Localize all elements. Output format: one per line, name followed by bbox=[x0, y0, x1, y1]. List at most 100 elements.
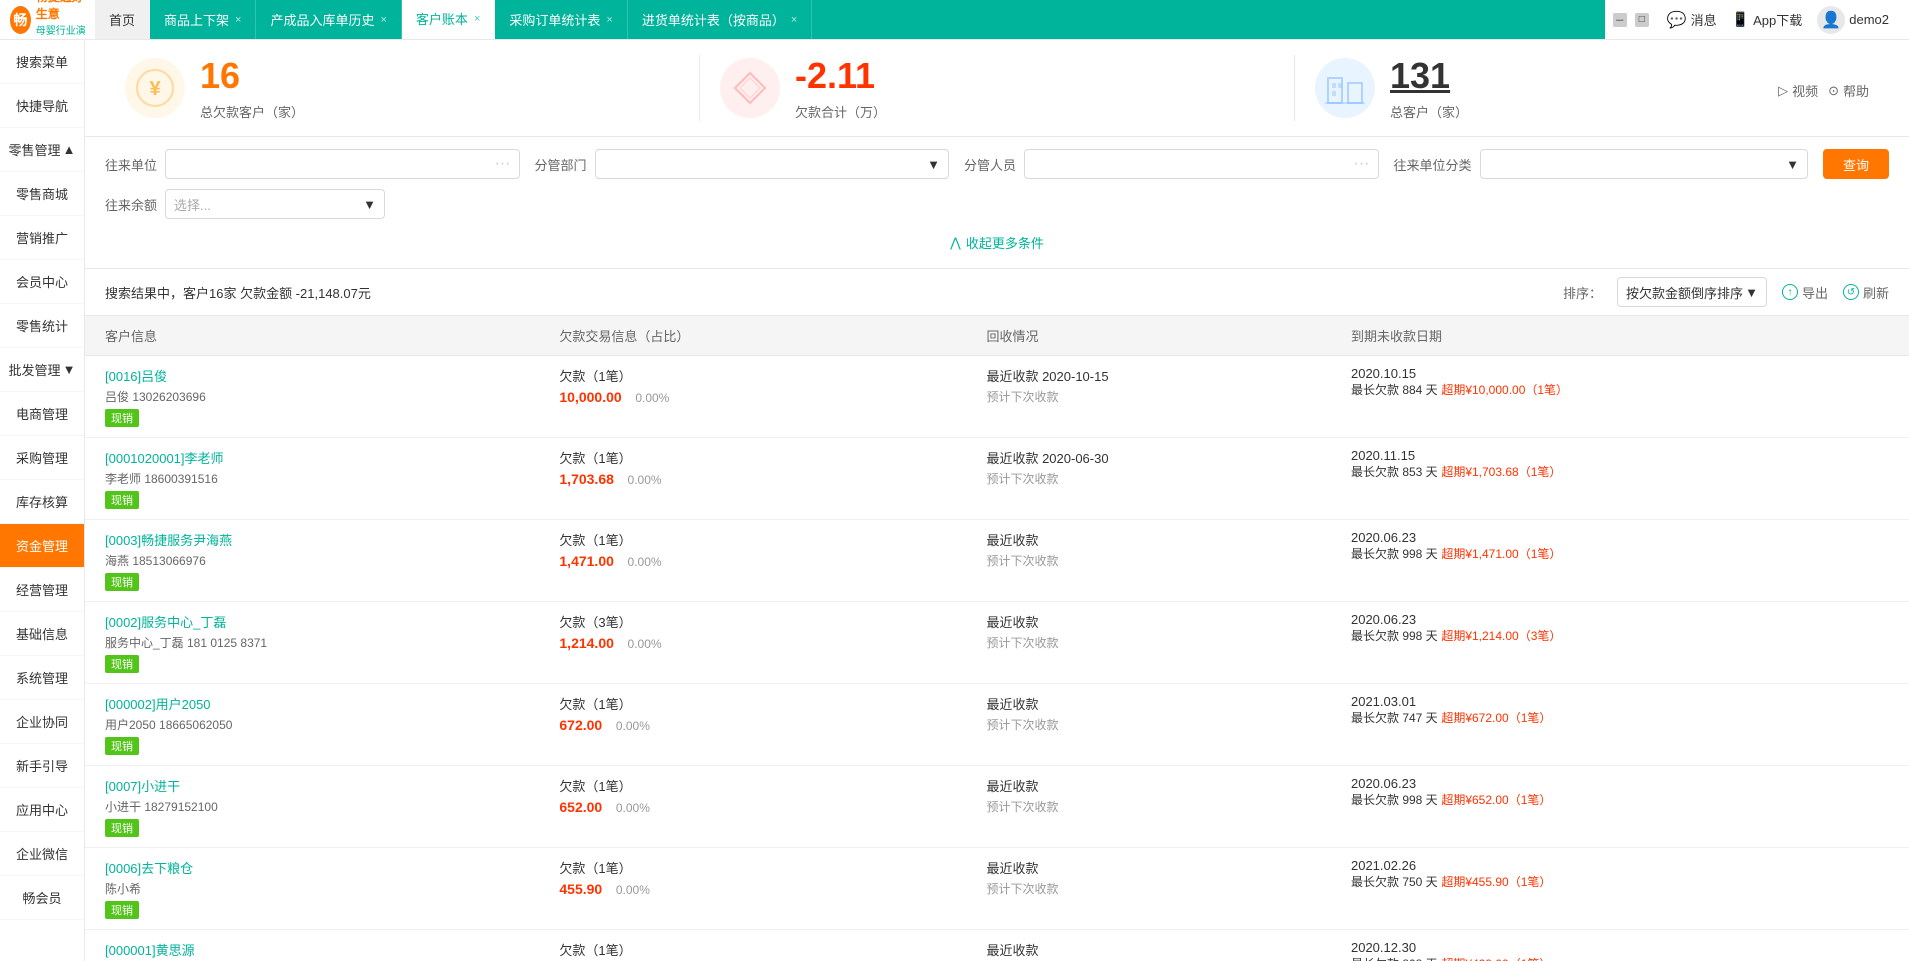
sidebar-item-retail-mgmt[interactable]: 零售管理 ▲ bbox=[0, 128, 84, 172]
customer-info-cell: [0003]畅捷服务尹海燕 海燕 18513066976 现销 bbox=[85, 520, 539, 602]
close-icon[interactable]: × bbox=[474, 13, 480, 25]
collection-cell: 最近收款 2020-06-30 预计下次收款 bbox=[966, 438, 1331, 520]
user-avatar[interactable]: 👤 demo2 bbox=[1817, 6, 1889, 34]
close-icon[interactable]: × bbox=[791, 14, 797, 26]
debt-pct-cell bbox=[877, 602, 967, 684]
status-badge: 现销 bbox=[105, 819, 139, 837]
department-select[interactable]: ▼ bbox=[595, 149, 949, 179]
sidebar-item-search[interactable]: 搜索菜单 bbox=[0, 40, 84, 84]
customer-name-link[interactable]: [0002]服务中心_丁磊 bbox=[105, 612, 519, 631]
minimize-button[interactable]: － bbox=[1613, 13, 1627, 27]
customer-name-link[interactable]: [0007]小进干 bbox=[105, 776, 519, 795]
debt-count: 欠款（1笔） bbox=[559, 940, 856, 959]
collection-cell: 最近收款 2020-10-15 预计下次收款 bbox=[966, 356, 1331, 438]
overdue-link[interactable]: 超期¥10,000.00（1笔） bbox=[1441, 383, 1568, 397]
customer-name-link[interactable]: [000001]黄思源 bbox=[105, 940, 519, 959]
due-date-cell: 2021.02.26 最长欠款 750 天 超期¥455.90（1笔） bbox=[1331, 848, 1909, 930]
next-collect: 预计下次收款 bbox=[986, 634, 1311, 651]
total-customers-value: 131 bbox=[1390, 55, 1763, 97]
search-button[interactable]: 查询 bbox=[1823, 149, 1889, 179]
debt-info-cell: 欠款（3笔） 1,214.00 0.00% bbox=[539, 602, 876, 684]
debt-count: 欠款（1笔） bbox=[559, 366, 856, 385]
sidebar-item-app-center[interactable]: 应用中心 bbox=[0, 788, 84, 832]
due-date: 2021.03.01 bbox=[1351, 694, 1889, 709]
customer-name-link[interactable]: [0003]畅捷服务尹海燕 bbox=[105, 530, 519, 549]
tab-production-history[interactable]: 产成品入库单历史 × bbox=[256, 0, 401, 39]
sidebar-item-enterprise[interactable]: 企业协同 bbox=[0, 700, 84, 744]
customer-name-link[interactable]: [0001020001]李老师 bbox=[105, 448, 519, 467]
sidebar-item-chang-member[interactable]: 畅会员 bbox=[0, 876, 84, 920]
close-icon[interactable]: × bbox=[235, 14, 241, 26]
debt-pct-cell bbox=[877, 766, 967, 848]
tab-purchase-order-stats[interactable]: 采购订单统计表 × bbox=[495, 0, 627, 39]
refresh-button[interactable]: ↺ 刷新 bbox=[1843, 283, 1889, 302]
debt-pct-cell bbox=[877, 848, 967, 930]
customer-name-link[interactable]: [0016]吕俊 bbox=[105, 366, 519, 385]
tab-product-listing[interactable]: 商品上下架 × bbox=[150, 0, 256, 39]
due-date: 2020.12.30 bbox=[1351, 940, 1889, 955]
manager-input[interactable]: ··· bbox=[1024, 149, 1378, 179]
sidebar-item-marketing[interactable]: 营销推广 bbox=[0, 216, 84, 260]
customer-name-link[interactable]: [0006]去下粮仓 bbox=[105, 858, 519, 877]
sidebar-item-quick-nav[interactable]: 快捷导航 bbox=[0, 84, 84, 128]
tab-purchase-stats-by-product[interactable]: 进货单统计表（按商品） × bbox=[628, 0, 812, 39]
last-collect: 最近收款 bbox=[986, 694, 1311, 713]
overdue-link[interactable]: 超期¥1,214.00（3笔） bbox=[1441, 629, 1561, 643]
customer-info-cell: [000002]用户2050 用户2050 18665062050 现销 bbox=[85, 684, 539, 766]
debt-amount: 1,214.00 bbox=[559, 635, 614, 651]
tab-home[interactable]: 首页 bbox=[95, 0, 150, 39]
app-download-button[interactable]: 📱 App下载 bbox=[1732, 10, 1803, 29]
customer-unit-input[interactable]: ··· bbox=[165, 149, 519, 179]
collapse-button[interactable]: ⋀ 收起更多条件 bbox=[940, 229, 1054, 256]
maximize-button[interactable]: □ bbox=[1635, 13, 1649, 27]
export-button[interactable]: ↑ 导出 bbox=[1782, 283, 1828, 302]
sidebar-item-purchase[interactable]: 采购管理 bbox=[0, 436, 84, 480]
debt-info-cell: 欠款（1笔） 652.00 0.00% bbox=[539, 766, 876, 848]
overdue-link[interactable]: 超期¥1,471.00（1笔） bbox=[1441, 547, 1561, 561]
help-button[interactable]: ⊙ 帮助 bbox=[1828, 81, 1869, 100]
filter-area: 往来单位 ··· 分管部门 ▼ 分管人员 bbox=[85, 137, 1909, 269]
chevron-down-icon: ▲ bbox=[63, 142, 76, 157]
debt-amount: 652.00 bbox=[559, 799, 602, 815]
filter-row-2: 往来余额 选择... ▼ bbox=[105, 189, 1889, 219]
next-collect: 预计下次收款 bbox=[986, 880, 1311, 897]
close-icon[interactable]: × bbox=[380, 14, 386, 26]
sidebar-item-beginner[interactable]: 新手引导 bbox=[0, 744, 84, 788]
col-due-date: 到期未收款日期 bbox=[1331, 316, 1909, 356]
col-debt-info: 欠款交易信息（占比） bbox=[539, 316, 966, 356]
yen-icon: ¥ bbox=[125, 58, 185, 118]
overdue-link[interactable]: 超期¥672.00（1笔） bbox=[1441, 711, 1551, 725]
sidebar-item-finance[interactable]: 资金管理 bbox=[0, 524, 84, 568]
close-icon[interactable]: × bbox=[606, 14, 612, 26]
sort-select[interactable]: 按欠款金额倒序排序 ▼ bbox=[1617, 277, 1767, 307]
sidebar-item-member[interactable]: 会员中心 bbox=[0, 260, 84, 304]
video-button[interactable]: ▷ 视频 bbox=[1778, 81, 1818, 100]
sidebar-item-wholesale-mgmt[interactable]: 批发管理 ▼ bbox=[0, 348, 84, 392]
overdue-link[interactable]: 超期¥429.00（1笔） bbox=[1441, 957, 1551, 961]
overdue-link[interactable]: 超期¥1,703.68（1笔） bbox=[1441, 465, 1561, 479]
message-button[interactable]: 💬 消息 bbox=[1667, 10, 1717, 30]
collection-cell: 最近收款 预计下次收款 bbox=[966, 766, 1331, 848]
customer-name-link[interactable]: [000002]用户2050 bbox=[105, 694, 519, 713]
debt-info-cell: 欠款（1笔） 10,000.00 0.00% bbox=[539, 356, 876, 438]
sidebar-item-operations[interactable]: 经营管理 bbox=[0, 568, 84, 612]
sidebar-item-inventory[interactable]: 库存核算 bbox=[0, 480, 84, 524]
unit-category-select[interactable]: ▼ bbox=[1480, 149, 1808, 179]
debt-count: 欠款（1笔） bbox=[559, 694, 856, 713]
overdue-link[interactable]: 超期¥652.00（1笔） bbox=[1441, 793, 1551, 807]
customer-contact: 吕俊 13026203696 bbox=[105, 388, 519, 405]
sidebar-item-basic-info[interactable]: 基础信息 bbox=[0, 612, 84, 656]
sidebar-item-retail-store[interactable]: 零售商城 bbox=[0, 172, 84, 216]
sidebar-item-wechat-work[interactable]: 企业微信 bbox=[0, 832, 84, 876]
collection-cell: 最近收款 预计下次收款 bbox=[966, 684, 1331, 766]
customer-info-cell: [0016]吕俊 吕俊 13026203696 现销 bbox=[85, 356, 539, 438]
overdue-link[interactable]: 超期¥455.90（1笔） bbox=[1441, 875, 1551, 889]
sidebar-item-ecommerce[interactable]: 电商管理 bbox=[0, 392, 84, 436]
debt-amount-row: 652.00 0.00% bbox=[559, 799, 856, 815]
customer-contact: 李老师 18600391516 bbox=[105, 470, 519, 487]
customer-table: 客户信息 欠款交易信息（占比） 回收情况 到期未收款日期 [0016]吕俊 吕俊… bbox=[85, 316, 1909, 961]
sidebar-item-system[interactable]: 系统管理 bbox=[0, 656, 84, 700]
balance-select[interactable]: 选择... ▼ bbox=[165, 189, 385, 219]
tab-customer-account[interactable]: 客户账本 × bbox=[402, 0, 495, 39]
sidebar-item-retail-stats[interactable]: 零售统计 bbox=[0, 304, 84, 348]
